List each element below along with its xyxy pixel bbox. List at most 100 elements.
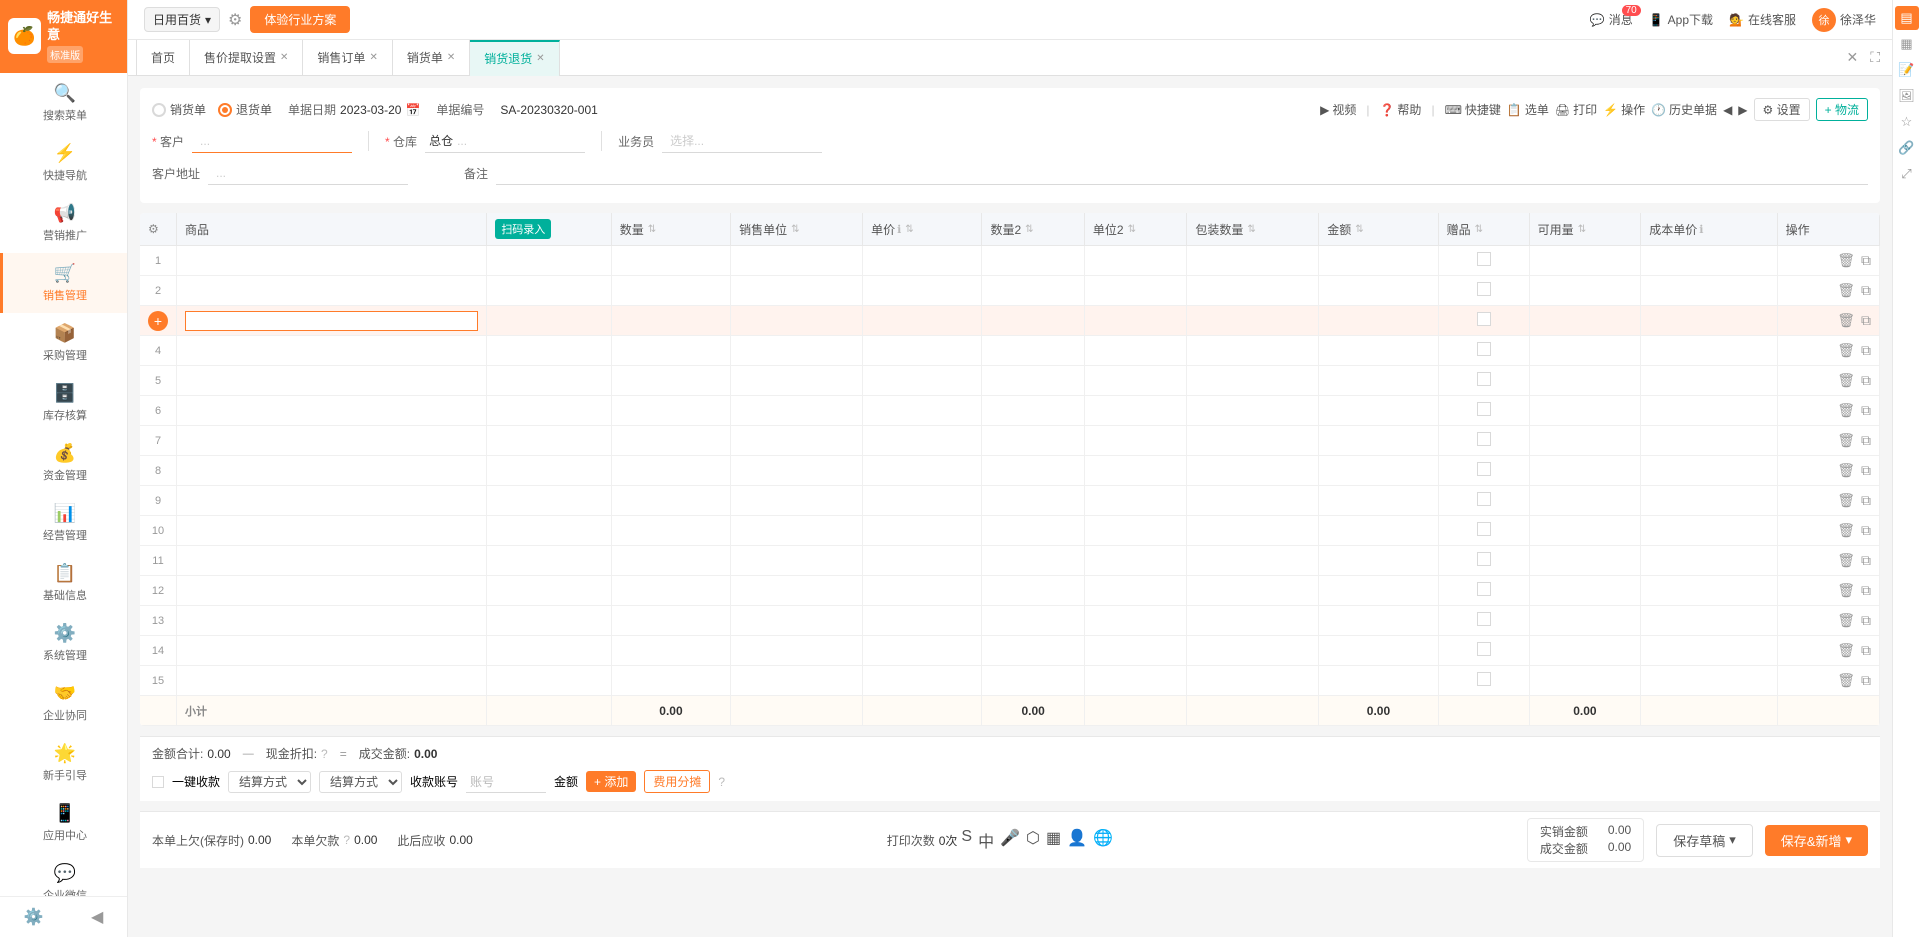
row-unit2-12[interactable] <box>1084 576 1186 606</box>
row-gift-cb-7[interactable] <box>1477 432 1491 446</box>
row-cost-8[interactable] <box>1641 456 1777 486</box>
row-unit2-11[interactable] <box>1084 546 1186 576</box>
row-qty2-12[interactable] <box>982 576 1084 606</box>
row-unit-8[interactable] <box>731 456 863 486</box>
radio-delivery[interactable]: 销货单 <box>152 101 206 118</box>
row-cost-6[interactable] <box>1641 396 1777 426</box>
row-pack-5[interactable] <box>1187 366 1319 396</box>
nav-prev-icon[interactable]: ◀ <box>1723 103 1732 117</box>
row-qty-13[interactable] <box>611 606 730 636</box>
tab-sales-order[interactable]: 销售订单✕ <box>303 40 392 76</box>
rt-btn-expand[interactable]: ⤢ <box>1895 162 1919 186</box>
s-icon5[interactable]: ▦ <box>1046 828 1061 852</box>
row-unit2-14[interactable] <box>1084 636 1186 666</box>
copy-icon-5[interactable]: ⧉ <box>1861 372 1871 389</box>
message-btn[interactable]: 💬 消息 70 <box>1590 11 1633 28</box>
row-product-12[interactable] <box>177 576 487 606</box>
sidebar-item-purchase[interactable]: 📦 采购管理 <box>0 313 127 373</box>
row-price-1[interactable] <box>863 246 982 276</box>
row-cost-13[interactable] <box>1641 606 1777 636</box>
row-cost-14[interactable] <box>1641 636 1777 666</box>
fee-btn[interactable]: 费用分摊 <box>644 770 710 793</box>
row-price-6[interactable] <box>863 396 982 426</box>
row-amount-10[interactable] <box>1319 516 1438 546</box>
row-gift-cb-10[interactable] <box>1477 522 1491 536</box>
sidebar-item-sales[interactable]: 🛒 销售管理 <box>0 253 127 313</box>
th-price-sort-icon[interactable]: ⇅ <box>905 224 913 235</box>
row-gift-cb-12[interactable] <box>1477 582 1491 596</box>
tab-sales-return[interactable]: 销货退货✕ <box>470 40 559 76</box>
sidebar-item-wechat[interactable]: 💬 企业微信 <box>0 853 127 896</box>
copy-icon-2[interactable]: ⧉ <box>1861 282 1871 299</box>
sidebar-item-finance[interactable]: 💰 资金管理 <box>0 433 127 493</box>
row-cost-7[interactable] <box>1641 426 1777 456</box>
date-picker[interactable]: 单据日期 2023-03-20 📅 <box>288 101 420 118</box>
row-amount-5[interactable] <box>1319 366 1438 396</box>
row-product-2[interactable] <box>177 276 487 306</box>
th-gift-sort-icon[interactable]: ⇅ <box>1475 224 1483 235</box>
s-icon3[interactable]: 🎤 <box>1000 828 1020 852</box>
row-cost-10[interactable] <box>1641 516 1777 546</box>
row-unit-6[interactable] <box>731 396 863 426</box>
row-price-8[interactable] <box>863 456 982 486</box>
s-icon2[interactable]: 中 <box>978 828 994 852</box>
row-unit2-6[interactable] <box>1084 396 1186 426</box>
video-btn[interactable]: ▶ 视频 <box>1320 101 1356 118</box>
sidebar-item-newbie[interactable]: 🌟 新手引导 <box>0 733 127 793</box>
experience-btn[interactable]: 体验行业方案 <box>250 6 350 33</box>
th-qty-sort-icon[interactable]: ⇅ <box>648 224 656 235</box>
industry-selector[interactable]: 日用百货 ▾ <box>144 7 220 32</box>
row-pack-10[interactable] <box>1187 516 1319 546</box>
s-icon1[interactable]: S <box>961 828 972 852</box>
row-gift-cb-3[interactable] <box>1477 312 1491 326</box>
row-amount-4[interactable] <box>1319 336 1438 366</box>
row-avail-1[interactable] <box>1529 246 1641 276</box>
rt-btn-form-view[interactable]: ▦ <box>1895 32 1919 56</box>
row-qty-5[interactable] <box>611 366 730 396</box>
fee-help-icon[interactable]: ? <box>718 775 725 789</box>
row-qty2-10[interactable] <box>982 516 1084 546</box>
row-pack-12[interactable] <box>1187 576 1319 606</box>
operation-btn[interactable]: ⚡ 操作 <box>1603 101 1645 118</box>
row-unit2-7[interactable] <box>1084 426 1186 456</box>
remark-input[interactable] <box>496 161 1868 185</box>
row-unit2-4[interactable] <box>1084 336 1186 366</box>
row-amount-6[interactable] <box>1319 396 1438 426</box>
row-avail-4[interactable] <box>1529 336 1641 366</box>
save-new-btn[interactable]: 保存&新增 ▾ <box>1765 825 1868 856</box>
row-pack-6[interactable] <box>1187 396 1319 426</box>
th-settings[interactable]: ⚙ <box>140 213 177 246</box>
row-avail-13[interactable] <box>1529 606 1641 636</box>
row-unit-4[interactable] <box>731 336 863 366</box>
row-product-8[interactable] <box>177 456 487 486</box>
delete-icon-14[interactable]: 🗑 <box>1837 642 1855 659</box>
row-amount-15[interactable] <box>1319 666 1438 696</box>
row-product-3[interactable] <box>177 306 487 336</box>
row-gift-cb-15[interactable] <box>1477 672 1491 686</box>
row-unit-12[interactable] <box>731 576 863 606</box>
address-input[interactable]: ... <box>208 161 408 185</box>
row-unit2-1[interactable] <box>1084 246 1186 276</box>
row-qty2-15[interactable] <box>982 666 1084 696</box>
tab-close-price-setting[interactable]: ✕ <box>280 52 288 63</box>
row-pack-1[interactable] <box>1187 246 1319 276</box>
row-price-2[interactable] <box>863 276 982 306</box>
row-qty-14[interactable] <box>611 636 730 666</box>
row-amount-8[interactable] <box>1319 456 1438 486</box>
tab-close-sales-order[interactable]: ✕ <box>369 52 377 63</box>
row-unit-11[interactable] <box>731 546 863 576</box>
th-amount-sort-icon[interactable]: ⇅ <box>1355 224 1363 235</box>
scan-btn[interactable]: 扫码录入 <box>495 219 551 239</box>
th-pack-sort-icon[interactable]: ⇅ <box>1247 224 1255 235</box>
row-product-6[interactable] <box>177 396 487 426</box>
sidebar-item-app[interactable]: 📱 应用中心 <box>0 793 127 853</box>
row-product-14[interactable] <box>177 636 487 666</box>
row-gift-cb-6[interactable] <box>1477 402 1491 416</box>
row-pack-7[interactable] <box>1187 426 1319 456</box>
row-qty-9[interactable] <box>611 486 730 516</box>
row-gift-cb-11[interactable] <box>1477 552 1491 566</box>
salesperson-input[interactable]: 选择... <box>662 129 822 153</box>
row-gift-cb-1[interactable] <box>1477 252 1491 266</box>
row-gift-cb-14[interactable] <box>1477 642 1491 656</box>
row-amount-9[interactable] <box>1319 486 1438 516</box>
